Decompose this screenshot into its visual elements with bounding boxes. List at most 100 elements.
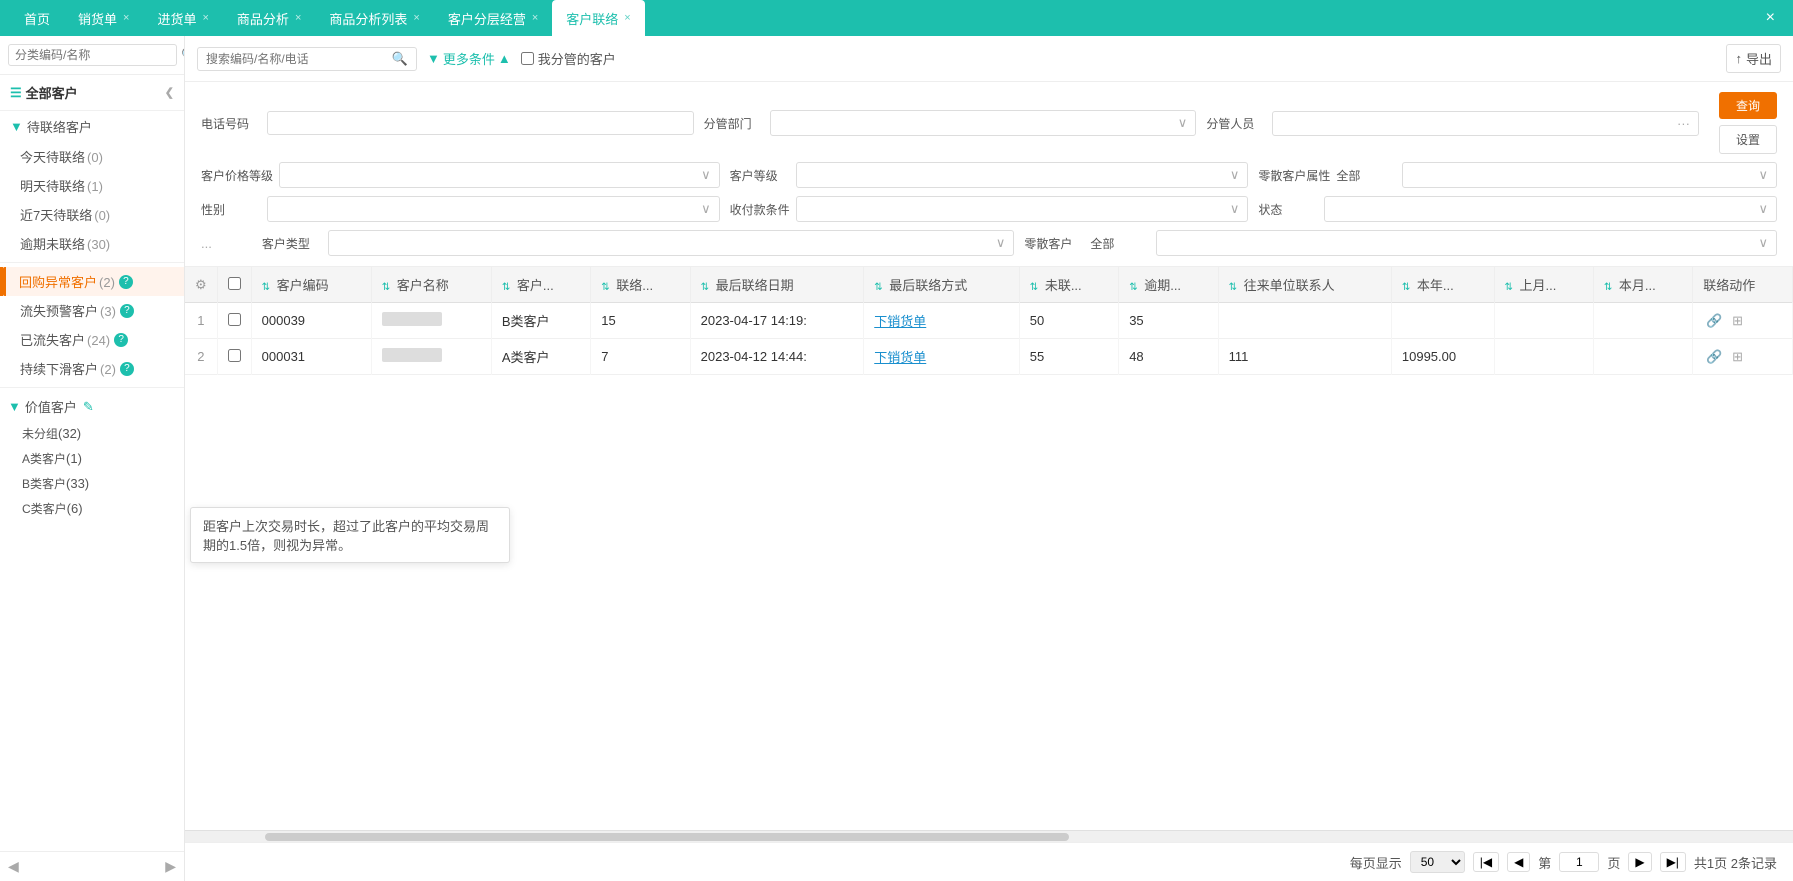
info-icon-declining[interactable]: ? <box>120 362 134 376</box>
my-customer-checkbox-area: 我分管的客户 <box>521 49 616 68</box>
close-icon-purchase[interactable]: × <box>202 12 208 24</box>
chevron-down-icon-price: ∨ <box>701 167 711 183</box>
nav-item-customer-segment[interactable]: 客户分层经营 × <box>434 0 552 36</box>
close-icon-analysis[interactable]: × <box>295 12 301 24</box>
row-checkbox-2[interactable] <box>228 349 241 362</box>
sort-icon-contact: ⇅ <box>601 282 609 293</box>
gear-icon-header[interactable]: ⚙ <box>195 277 207 292</box>
customer-type-select[interactable]: ∨ <box>328 230 1015 256</box>
dept-select[interactable]: ∨ <box>770 110 1197 136</box>
page-number-input[interactable] <box>1559 852 1599 872</box>
main-search-icon[interactable]: 🔍 <box>392 51 408 67</box>
link-sales-order-1[interactable]: 下销货单 <box>874 314 926 329</box>
sidebar-item-today[interactable]: 今天待联络(0) <box>0 142 184 171</box>
per-page-select[interactable]: 50 20 100 <box>1410 851 1465 873</box>
next-page-button[interactable]: ▶ <box>1628 852 1651 872</box>
filter-phone: 电话号码 <box>201 111 694 135</box>
filter-payment: 收付款条件 ∨ <box>730 196 1249 222</box>
sidebar-item-overdue[interactable]: 逾期未联络(30) <box>0 229 184 258</box>
retail-customer-select[interactable]: ∨ <box>1156 230 1777 256</box>
close-icon-customer-segment[interactable]: × <box>532 12 538 24</box>
col-contact-count: ⇅ 联络... <box>591 267 690 303</box>
customer-level-select[interactable]: ∨ <box>796 162 1249 188</box>
sort-icon-unit: ⇅ <box>1229 282 1237 293</box>
nav-item-customer-contact[interactable]: 客户联络 × <box>552 0 644 36</box>
chevron-up-icon: ▲ <box>498 51 511 66</box>
sidebar-item-declining[interactable]: 持续下滑客户(2) ? <box>0 354 184 383</box>
nav-item-sales[interactable]: 销货单 × <box>64 0 143 36</box>
action-grid-icon-2[interactable]: ⊞ <box>1732 349 1743 364</box>
status-select[interactable]: ∨ <box>1324 196 1777 222</box>
sidebar-collapse-icon[interactable]: ❮ <box>165 86 174 99</box>
all-customers-title[interactable]: ☰ 全部客户 ❮ <box>0 75 184 111</box>
filter-customer-level: 客户等级 ∨ <box>730 162 1249 188</box>
table-area: ⚙ ⇅ 客户编码 ⇅ 客户名称 <box>185 267 1793 830</box>
nav-item-analysis-list[interactable]: 商品分析列表 × <box>315 0 433 36</box>
filter-dept: 分管部门 ∨ <box>704 110 1197 136</box>
gender-select[interactable]: ∨ <box>267 196 720 222</box>
settings-button[interactable]: 设置 <box>1719 125 1777 154</box>
sidebar-item-b-class[interactable]: B类客户(33) <box>0 471 184 496</box>
price-level-select[interactable]: ∨ <box>279 162 720 188</box>
my-customer-checkbox[interactable] <box>521 52 534 65</box>
info-icon-churned[interactable]: ? <box>114 333 128 347</box>
select-all-checkbox[interactable] <box>228 277 241 290</box>
row-checkbox-1[interactable] <box>228 313 241 326</box>
sidebar-right-arrow[interactable]: ▶ <box>165 858 176 875</box>
main-search-input[interactable] <box>206 52 388 66</box>
retail-attr-select[interactable]: ∨ <box>1402 162 1777 188</box>
nav-item-purchase[interactable]: 进货单 × <box>143 0 222 36</box>
action-link-icon-1[interactable]: 🔗 <box>1706 313 1722 328</box>
payment-select[interactable]: ∨ <box>796 196 1249 222</box>
cell-num-1: 1 <box>185 303 217 339</box>
sidebar-item-c-class[interactable]: C类客户(6) <box>0 496 184 521</box>
sidebar-item-ungrouped[interactable]: 未分组(32) <box>0 421 184 446</box>
action-grid-icon-1[interactable]: ⊞ <box>1732 313 1743 328</box>
sidebar-item-a-class[interactable]: A类客户(1) <box>0 446 184 471</box>
cell-contact-1: 15 <box>591 303 690 339</box>
horizontal-scrollbar[interactable] <box>185 830 1793 842</box>
sidebar-left-arrow[interactable]: ◀ <box>8 858 19 875</box>
value-group-title[interactable]: ▼ 价值客户 ✎ <box>0 392 184 421</box>
info-icon-repurchase[interactable]: ? <box>119 275 133 289</box>
manager-select[interactable]: ··· <box>1272 111 1699 136</box>
sidebar-item-churned[interactable]: 已流失客户(24) ? <box>0 325 184 354</box>
more-conditions-button[interactable]: ▼ 更多条件 ▲ <box>427 49 511 68</box>
window-close-button[interactable]: × <box>1758 9 1783 27</box>
filter-bar: 🔍 ▼ 更多条件 ▲ 我分管的客户 ↑ 导出 <box>185 36 1793 82</box>
info-icon-churn-warning[interactable]: ? <box>120 304 134 318</box>
filter-customer-type: 客户类型 ∨ <box>262 230 1015 256</box>
query-button[interactable]: 查询 <box>1719 92 1777 119</box>
sidebar-group-pending[interactable]: ▼ 待联络客户 <box>0 111 184 142</box>
chevron-down-icon: ▼ <box>10 119 23 134</box>
link-sales-order-2[interactable]: 下销货单 <box>874 350 926 365</box>
sidebar-item-tomorrow[interactable]: 明天待联络(1) <box>0 171 184 200</box>
nav-item-analysis[interactable]: 商品分析 × <box>223 0 315 36</box>
export-button[interactable]: ↑ 导出 <box>1726 44 1781 73</box>
name-avatar-1 <box>382 312 442 326</box>
action-link-icon-2[interactable]: 🔗 <box>1706 349 1722 364</box>
value-group-edit-icon[interactable]: ✎ <box>83 399 94 415</box>
cell-date-2: 2023-04-12 14:44: <box>690 339 864 375</box>
close-icon-customer-contact[interactable]: × <box>624 12 630 24</box>
sidebar: 🔍 ☰ 全部客户 ❮ ▼ 待联络客户 今天待联络(0) 明天待联络(1) 近7天… <box>0 36 185 881</box>
filter-more-dots: ... <box>201 236 212 251</box>
sidebar-item-repurchase-abnormal[interactable]: 回购异常客户(2) ? <box>0 267 184 296</box>
first-page-button[interactable]: |◀ <box>1473 852 1499 872</box>
content-area: 🔍 ▼ 更多条件 ▲ 我分管的客户 ↑ 导出 电话号码 <box>185 36 1793 881</box>
cell-thismonth-1 <box>1593 303 1692 339</box>
cell-code-1: 000039 <box>251 303 371 339</box>
close-icon-analysis-list[interactable]: × <box>413 12 419 24</box>
sidebar-search-input[interactable] <box>8 44 177 66</box>
filter-row-2: 客户价格等级 ∨ 客户等级 ∨ 零散客户属性 全部 <box>201 162 1777 188</box>
sidebar-item-churn-warning[interactable]: 流失预警客户(3) ? <box>0 296 184 325</box>
nav-item-home[interactable]: 首页 <box>10 0 64 36</box>
prev-page-button[interactable]: ◀ <box>1507 852 1530 872</box>
sort-icon-name: ⇅ <box>382 282 390 293</box>
phone-input[interactable] <box>267 111 694 135</box>
sidebar-item-7days[interactable]: 近7天待联络(0) <box>0 200 184 229</box>
close-icon-sales[interactable]: × <box>123 12 129 24</box>
last-page-button[interactable]: ▶| <box>1660 852 1686 872</box>
chevron-down-icon-status: ∨ <box>1759 201 1769 217</box>
filter-actions: 查询 设置 <box>1719 92 1777 154</box>
